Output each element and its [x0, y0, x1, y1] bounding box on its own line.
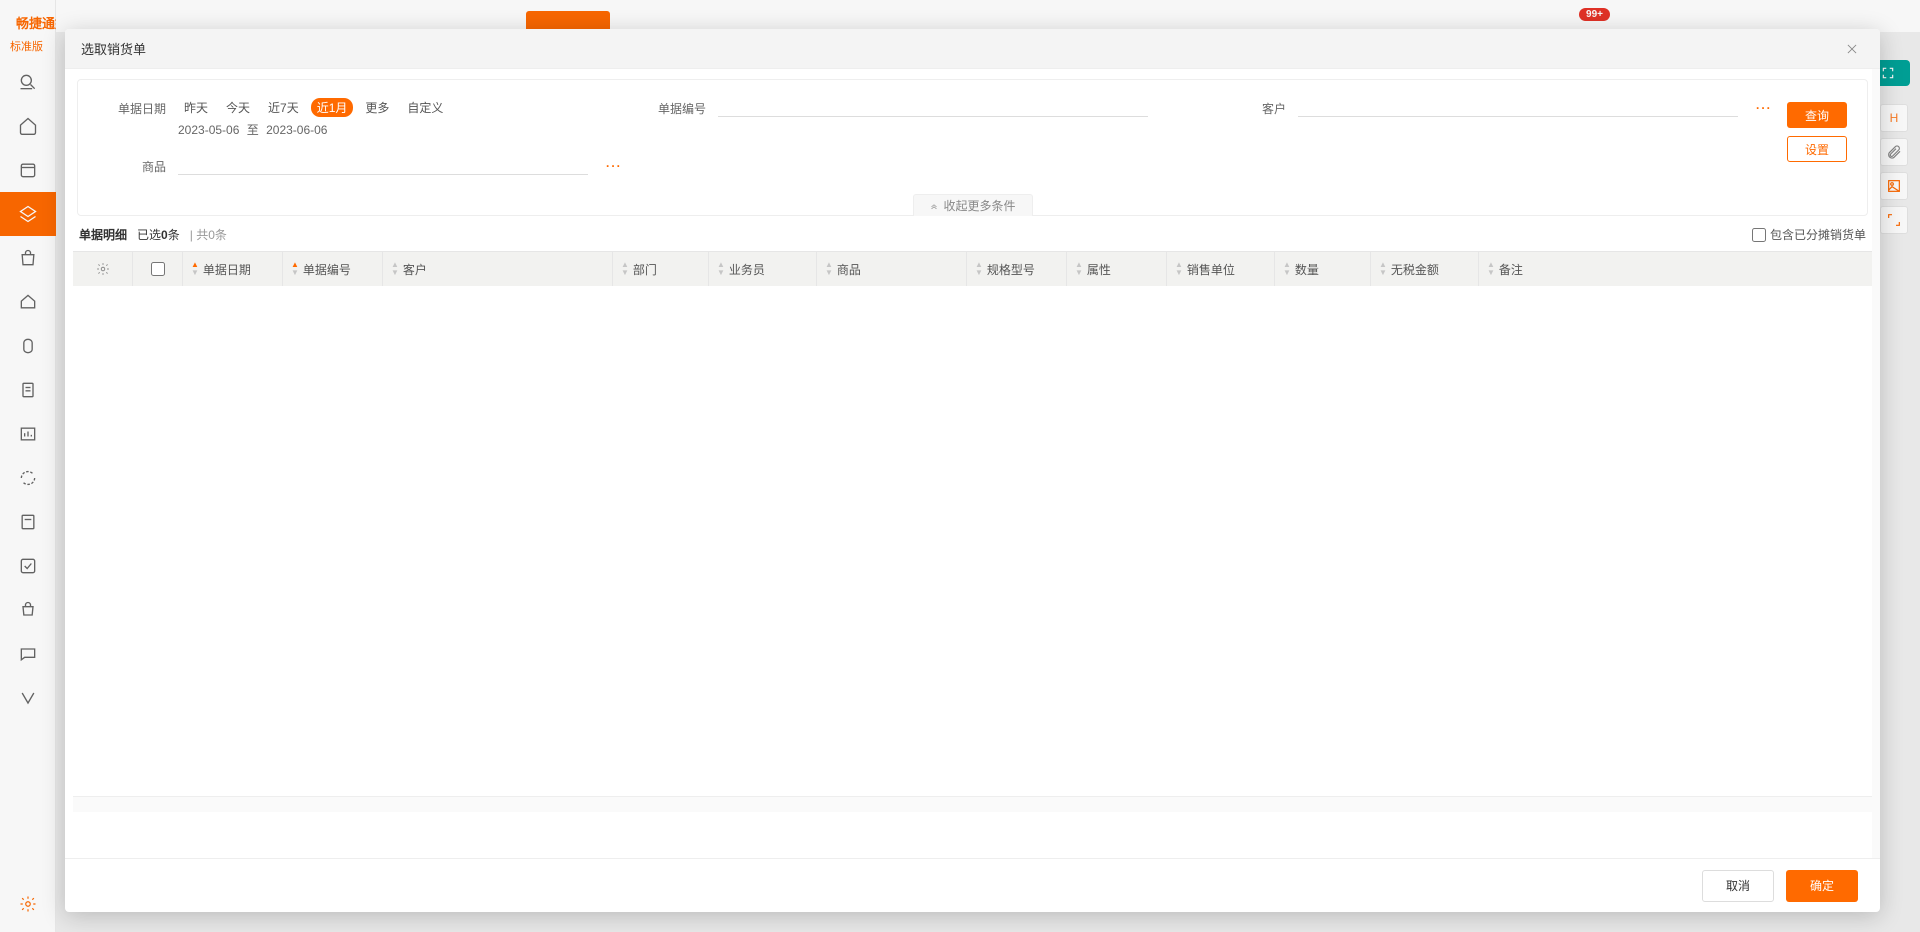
confirm-button[interactable]: 确定 — [1786, 870, 1858, 902]
order-no-label: 单据编号 — [648, 98, 706, 117]
modal-title: 选取销货单 — [81, 39, 146, 58]
date-label: 单据日期 — [108, 98, 166, 117]
col-customer[interactable]: ▲▼客户 — [383, 252, 613, 286]
collapse-label: 收起更多条件 — [943, 197, 1015, 214]
product-label: 商品 — [108, 156, 166, 175]
filter-settings-button[interactable]: 设置 — [1787, 136, 1847, 162]
col-order-no[interactable]: ▲▼单据编号 — [283, 252, 383, 286]
include-split-input[interactable] — [1752, 228, 1766, 242]
filter-actions: 查询 设置 — [1787, 102, 1847, 162]
query-button[interactable]: 查询 — [1787, 102, 1847, 128]
col-spec[interactable]: ▲▼规格型号 — [967, 252, 1067, 286]
modal-body: 查询 设置 单据日期 昨天 今天 近7天 近1月 更多 自定义 — [65, 69, 1880, 858]
col-person[interactable]: ▲▼业务员 — [709, 252, 817, 286]
product-picker-icon[interactable]: ... — [600, 156, 628, 170]
col-remark[interactable]: ▲▼备注 — [1479, 252, 1872, 286]
modal-header: 选取销货单 — [65, 29, 1880, 69]
date-chip-1month[interactable]: 近1月 — [311, 98, 354, 117]
list-header: 单据明细 已选0条 | 共0条 包含已分摊销货单 — [73, 216, 1872, 251]
col-product[interactable]: ▲▼商品 — [817, 252, 967, 286]
date-range: 2023-05-06 至 2023-06-06 — [178, 121, 449, 138]
close-button[interactable] — [1840, 37, 1864, 61]
date-sep: 至 — [247, 123, 259, 137]
col-qty[interactable]: ▲▼数量 — [1275, 252, 1371, 286]
selected-count: 已选0条 — [137, 226, 180, 243]
col-dept[interactable]: ▲▼部门 — [613, 252, 709, 286]
body-scrollbar[interactable] — [1872, 69, 1880, 858]
col-unit[interactable]: ▲▼销售单位 — [1167, 252, 1275, 286]
date-chip-7days[interactable]: 近7天 — [262, 98, 305, 117]
date-chip-more[interactable]: 更多 — [359, 98, 395, 117]
customer-label: 客户 — [1228, 98, 1286, 117]
product-input[interactable] — [178, 156, 588, 175]
gear-icon — [96, 262, 110, 276]
include-split-checkbox[interactable]: 包含已分摊销货单 — [1752, 226, 1866, 243]
total-count: | 共0条 — [190, 226, 227, 243]
customer-input[interactable] — [1298, 98, 1738, 117]
customer-picker-icon[interactable]: ... — [1750, 98, 1778, 112]
table-head-row: ▲▼单据日期 ▲▼单据编号 ▲▼客户 ▲▼部门 ▲▼业务员 ▲▼商品 ▲▼规格型… — [73, 252, 1872, 286]
include-split-label: 包含已分摊销货单 — [1770, 226, 1866, 243]
cancel-button[interactable]: 取消 — [1702, 870, 1774, 902]
select-sales-order-modal: 选取销货单 查询 设置 单据日期 昨天 今天 近7天 近1 — [65, 29, 1880, 912]
chevron-up-double-icon — [929, 201, 939, 211]
date-chips: 昨天 今天 近7天 近1月 更多 自定义 — [178, 98, 449, 117]
close-icon — [1845, 42, 1859, 56]
table-body — [73, 286, 1872, 796]
table: ▲▼单据日期 ▲▼单据编号 ▲▼客户 ▲▼部门 ▲▼业务员 ▲▼商品 ▲▼规格型… — [73, 251, 1872, 812]
order-no-input[interactable] — [718, 98, 1148, 117]
select-all-cell[interactable] — [133, 252, 183, 286]
date-to: 2023-06-06 — [266, 123, 327, 137]
date-from: 2023-05-06 — [178, 123, 239, 137]
horizontal-scrollbar[interactable] — [73, 796, 1872, 812]
collapse-filters-button[interactable]: 收起更多条件 — [913, 194, 1033, 216]
filter-panel: 查询 设置 单据日期 昨天 今天 近7天 近1月 更多 自定义 — [77, 79, 1868, 216]
date-chip-today[interactable]: 今天 — [220, 98, 256, 117]
date-chip-yesterday[interactable]: 昨天 — [178, 98, 214, 117]
modal-footer: 取消 确定 — [65, 858, 1880, 912]
list-title: 单据明细 — [79, 226, 127, 243]
column-settings-button[interactable] — [73, 252, 133, 286]
col-attr[interactable]: ▲▼属性 — [1067, 252, 1167, 286]
col-amount[interactable]: ▲▼无税金额 — [1371, 252, 1479, 286]
select-all-checkbox[interactable] — [151, 262, 165, 276]
date-chip-custom[interactable]: 自定义 — [401, 98, 449, 117]
col-date[interactable]: ▲▼单据日期 — [183, 252, 283, 286]
